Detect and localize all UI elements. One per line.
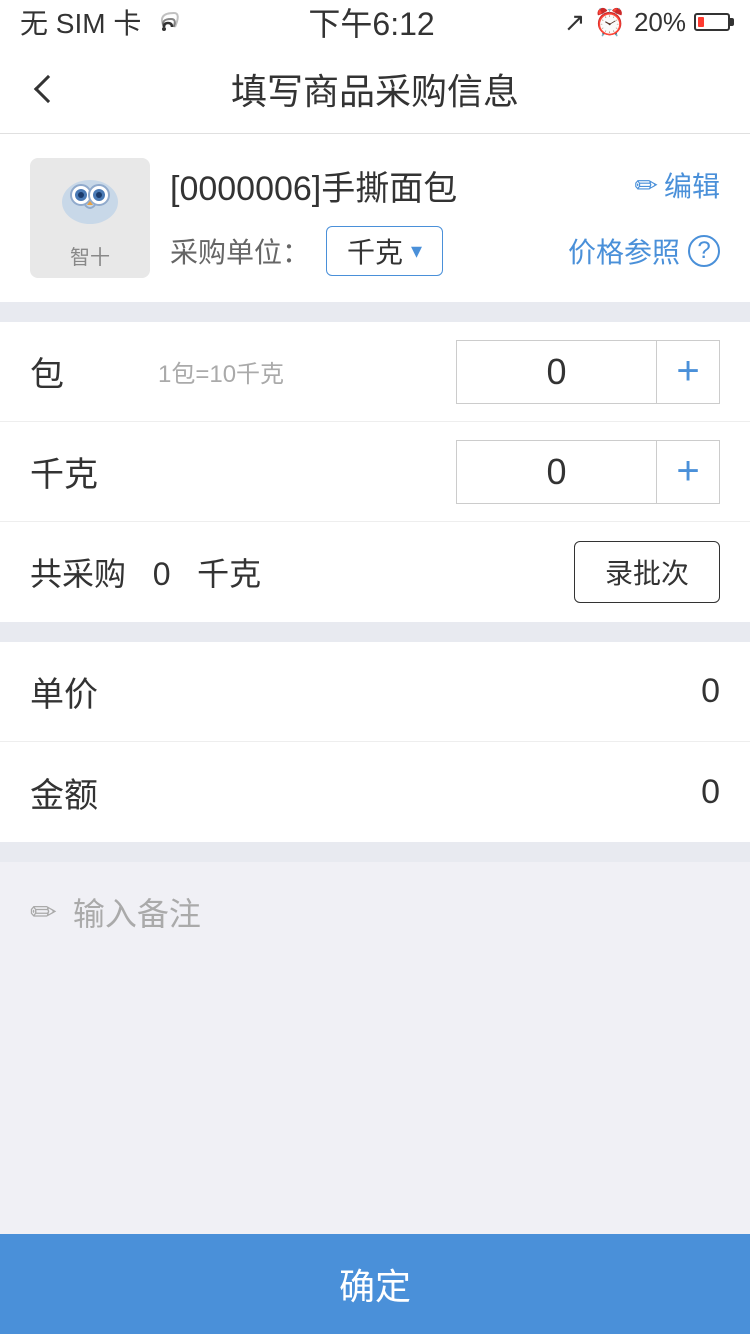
location-icon: ↗ bbox=[564, 7, 586, 38]
total-row: 共采购 0 千克 录批次 bbox=[0, 522, 750, 622]
product-name-row: [0000006]手撕面包 ✏ 编辑 bbox=[170, 161, 720, 210]
unit-value: 千克 bbox=[347, 231, 403, 271]
carrier-text: 无 SIM 卡 bbox=[20, 2, 141, 42]
section-divider-3 bbox=[0, 842, 750, 862]
total-text: 共采购 0 千克 bbox=[30, 549, 261, 595]
bag-sublabel: 1包=10千克 bbox=[158, 354, 284, 389]
product-image: 智十 bbox=[30, 158, 150, 278]
page-title: 填写商品采购信息 bbox=[231, 63, 519, 115]
product-info: [0000006]手撕面包 ✏ 编辑 采购单位： 千克 ▾ 价格参照 ? bbox=[170, 161, 720, 276]
back-button[interactable] bbox=[0, 44, 80, 134]
product-card: 智十 [0000006]手撕面包 ✏ 编辑 采购单位： 千克 ▾ 价格参照 bbox=[0, 134, 750, 302]
total-label: 共采购 bbox=[30, 556, 126, 592]
pencil-icon: ✏ bbox=[30, 893, 57, 931]
purchase-unit-label: 采购单位： bbox=[170, 231, 310, 271]
total-unit: 千克 bbox=[197, 556, 261, 592]
edit-icon: ✏ bbox=[635, 169, 658, 202]
record-batch-button[interactable]: 录批次 bbox=[574, 541, 720, 603]
purchase-unit-row: 采购单位： 千克 ▾ 价格参照 ? bbox=[170, 226, 720, 276]
section-divider-1 bbox=[0, 302, 750, 322]
logo-text: 智十 bbox=[70, 241, 110, 270]
confirm-button[interactable]: 确定 bbox=[0, 1234, 750, 1334]
dropdown-arrow-icon: ▾ bbox=[411, 238, 422, 264]
amount-row: 金额 0 bbox=[0, 742, 750, 842]
price-ref-label: 价格参照 bbox=[568, 231, 680, 271]
unit-price-value: 0 bbox=[701, 672, 720, 711]
bag-plus-button[interactable]: + bbox=[656, 340, 720, 404]
kg-plus-button[interactable]: + bbox=[656, 440, 720, 504]
unit-price-row: 单价 0 bbox=[0, 642, 750, 742]
kg-input-controls: + bbox=[456, 440, 720, 504]
status-right: ↗ ⏰ 20% bbox=[564, 7, 730, 38]
amount-value: 0 bbox=[701, 773, 720, 812]
wifi-icon bbox=[149, 6, 179, 38]
owl-icon bbox=[55, 167, 125, 237]
battery-percent: 20% bbox=[634, 7, 686, 38]
edit-button[interactable]: ✏ 编辑 bbox=[635, 165, 720, 205]
product-name: [0000006]手撕面包 bbox=[170, 161, 457, 210]
bag-quantity-input[interactable] bbox=[456, 340, 656, 404]
amount-label: 金额 bbox=[30, 768, 98, 817]
back-arrow-icon bbox=[34, 74, 62, 102]
status-bar: 无 SIM 卡 下午6:12 ↗ ⏰ 20% bbox=[0, 0, 750, 44]
status-left: 无 SIM 卡 bbox=[20, 2, 179, 42]
nav-bar: 填写商品采购信息 bbox=[0, 44, 750, 134]
total-value: 0 bbox=[153, 556, 171, 592]
input-section: 包 1包=10千克 + 千克 + bbox=[0, 322, 750, 522]
battery-icon bbox=[694, 13, 730, 31]
remarks-placeholder: 输入备注 bbox=[73, 889, 201, 935]
price-section: 单价 0 金额 0 bbox=[0, 642, 750, 842]
kg-input-row: 千克 + bbox=[0, 422, 750, 522]
bag-input-controls: + bbox=[456, 340, 720, 404]
product-logo: 智十 bbox=[55, 167, 125, 270]
alarm-icon: ⏰ bbox=[594, 7, 626, 38]
edit-label: 编辑 bbox=[664, 165, 720, 205]
unit-dropdown[interactable]: 千克 ▾ bbox=[326, 226, 443, 276]
kg-quantity-input[interactable] bbox=[456, 440, 656, 504]
kg-label: 千克 bbox=[30, 447, 150, 496]
price-ref-button[interactable]: 价格参照 ? bbox=[568, 231, 720, 271]
price-ref-help-icon: ? bbox=[688, 235, 720, 267]
bag-input-row: 包 1包=10千克 + bbox=[0, 322, 750, 422]
bag-label: 包 bbox=[30, 347, 150, 396]
time-display: 下午6:12 bbox=[308, 0, 434, 45]
unit-price-label: 单价 bbox=[30, 667, 98, 716]
remarks-section[interactable]: ✏ 输入备注 bbox=[0, 862, 750, 962]
section-divider-2 bbox=[0, 622, 750, 642]
